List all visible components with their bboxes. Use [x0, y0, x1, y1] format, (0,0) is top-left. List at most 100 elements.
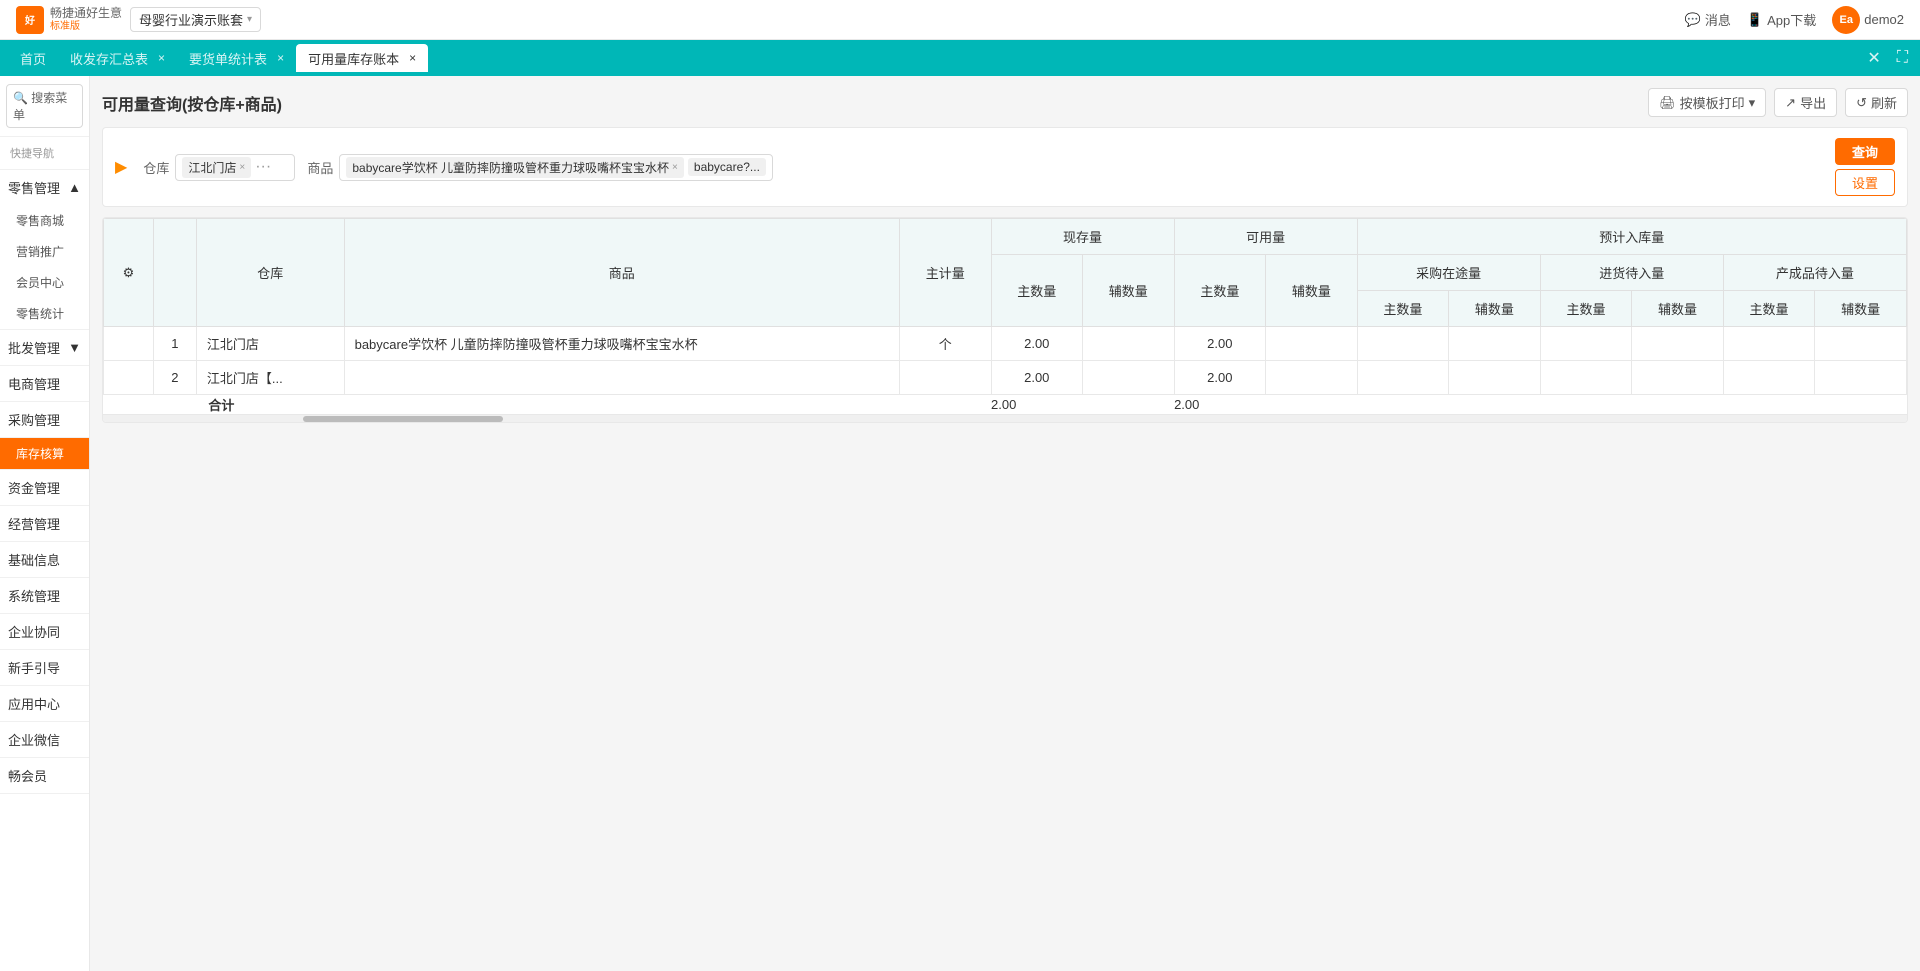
- sidebar-section-header-retail[interactable]: 零售管理 ▲: [0, 170, 89, 205]
- warehouse-label: 仓库: [143, 158, 169, 177]
- cell-product-0: babycare学饮杯 儿童防摔防撞吸管杯重力球吸嘴杯宝宝水杯: [344, 327, 899, 361]
- cell-purchase-main-0: [1357, 327, 1449, 361]
- sidebar-section-header-finance[interactable]: 资金管理: [0, 470, 89, 505]
- th-available-sub: 辅数量: [1266, 255, 1358, 327]
- th-available-stock: 可用量: [1174, 219, 1357, 255]
- sidebar-search-btn[interactable]: 🔍 搜索菜单: [6, 84, 83, 128]
- tab-close-receive-summary[interactable]: ×: [158, 51, 165, 65]
- page-actions: 🖨 按模板打印 ▾ ↗ 导出 ↺ 刷新: [1648, 88, 1908, 117]
- cell-available-sub-0: [1266, 327, 1358, 361]
- warehouse-tag-close-icon[interactable]: ×: [239, 162, 245, 173]
- sidebar-item-marketing[interactable]: 营销推广: [0, 236, 89, 267]
- product-tag-close-icon[interactable]: ×: [672, 162, 678, 173]
- cell-product-1: [344, 361, 899, 395]
- table-container: ⚙ 仓库 商品 主计量 现存量 可用量 预计入库量 主数量 辅数量 主数量: [102, 217, 1908, 423]
- warehouse-tag-jiangbei: 江北门店 ×: [182, 157, 251, 178]
- message-btn[interactable]: 💬 消息: [1685, 10, 1731, 29]
- print-template-btn[interactable]: 🖨 按模板打印 ▾: [1648, 88, 1766, 117]
- th-existing-main: 主数量: [991, 255, 1083, 327]
- tab-available-stock[interactable]: 可用量库存账本 ×: [296, 44, 428, 72]
- filter-toggle-btn[interactable]: ▶: [115, 157, 127, 177]
- refresh-btn[interactable]: ↺ 刷新: [1845, 88, 1908, 117]
- sidebar-section-header-basic[interactable]: 基础信息: [0, 542, 89, 577]
- th-purchase-main: 主数量: [1357, 291, 1449, 327]
- product-label: 商品: [307, 158, 333, 177]
- th-purchase-sub: 辅数量: [1449, 291, 1541, 327]
- summary-incoming-sub: [1632, 395, 1724, 415]
- th-available-main: 主数量: [1174, 255, 1266, 327]
- sidebar-section-finance: 资金管理: [0, 470, 89, 506]
- cell-unit-0: 个: [899, 327, 991, 361]
- summary-purchase-main: [1357, 395, 1449, 415]
- cell-settings-1[interactable]: [104, 361, 154, 395]
- app-download-btn[interactable]: 📱 App下载: [1747, 10, 1816, 29]
- scroll-hint: [103, 414, 1907, 422]
- tab-order-stats[interactable]: 要货单统计表 ×: [177, 44, 296, 72]
- sidebar-section-ecommerce: 电商管理: [0, 366, 89, 402]
- nav-right-btns: ✕ ⛶: [1863, 46, 1912, 70]
- setting-btn[interactable]: 设置: [1835, 169, 1895, 196]
- sidebar-item-inventory[interactable]: 库存核算: [0, 438, 89, 469]
- sidebar-section-header-operations[interactable]: 经营管理: [0, 506, 89, 541]
- sidebar-item-retail-stats[interactable]: 零售统计: [0, 298, 89, 329]
- sidebar-section-header-enterprise[interactable]: 企业协同: [0, 614, 89, 649]
- product-filter-input[interactable]: babycare学饮杯 儿童防摔防撞吸管杯重力球吸嘴杯宝宝水杯 × babyca…: [339, 154, 773, 181]
- cell-available-main-1: 2.00: [1174, 361, 1266, 395]
- sidebar-section-wechat: 企业微信: [0, 722, 89, 758]
- th-production-sub: 辅数量: [1815, 291, 1907, 327]
- filter-action-btns: 查询 设置: [1835, 138, 1895, 196]
- sidebar-section-system: 系统管理: [0, 578, 89, 614]
- sidebar-section-header-appcenter[interactable]: 应用中心: [0, 686, 89, 721]
- cell-incoming-main-1: [1540, 361, 1632, 395]
- th-unit: 主计量: [899, 219, 991, 327]
- nav-expand-btn[interactable]: ⛶: [1893, 47, 1912, 69]
- summary-purchase-sub: [1449, 395, 1541, 415]
- sidebar-section-retail: 零售管理 ▲ 零售商城 营销推广 会员中心 零售统计: [0, 170, 89, 330]
- sidebar-quick-nav: 快捷导航: [0, 137, 89, 170]
- sidebar-section-header-member[interactable]: 畅会员: [0, 758, 89, 793]
- warehouse-filter-input[interactable]: 江北门店 × ···: [175, 154, 295, 181]
- th-existing-sub: 辅数量: [1083, 255, 1175, 327]
- summary-production-sub: [1815, 395, 1907, 415]
- warehouse-filter-more-icon[interactable]: ···: [255, 158, 271, 176]
- product-tag-babycare: babycare学饮杯 儿童防摔防撞吸管杯重力球吸嘴杯宝宝水杯 ×: [346, 157, 684, 178]
- cell-existing-main-1: 2.00: [991, 361, 1083, 395]
- user-profile[interactable]: Ea demo2: [1832, 6, 1904, 34]
- app-icon: 📱: [1747, 12, 1763, 28]
- column-settings-icon[interactable]: ⚙: [123, 265, 135, 280]
- cell-index-1: 2: [153, 361, 196, 395]
- summary-available-sub: [1266, 395, 1358, 415]
- store-selector[interactable]: 母婴行业演示账套 ▾: [130, 7, 261, 32]
- summary-existing-main: 2.00: [991, 395, 1083, 415]
- th-existing-stock: 现存量: [991, 219, 1174, 255]
- th-settings[interactable]: ⚙: [104, 219, 154, 327]
- sidebar-section-header-purchase[interactable]: 采购管理: [0, 402, 89, 437]
- sidebar-section-header-wholesale[interactable]: 批发管理 ▼: [0, 330, 89, 365]
- nav-tabs: 首页 收发存汇总表 × 要货单统计表 × 可用量库存账本 × ✕ ⛶: [0, 40, 1920, 76]
- content-area: 可用量查询(按仓库+商品) 🖨 按模板打印 ▾ ↗ 导出 ↺ 刷新 ▶: [90, 76, 1920, 971]
- tab-close-order-stats[interactable]: ×: [277, 51, 284, 65]
- query-btn[interactable]: 查询: [1835, 138, 1895, 165]
- scroll-bar[interactable]: [303, 416, 503, 422]
- sidebar-section-header-newbie[interactable]: 新手引导: [0, 650, 89, 685]
- summary-incoming-main: [1540, 395, 1632, 415]
- filter-warehouse-group: 仓库 江北门店 × ···: [143, 154, 295, 181]
- nav-close-all-btn[interactable]: ✕: [1863, 46, 1884, 70]
- sidebar-item-members[interactable]: 会员中心: [0, 267, 89, 298]
- export-btn[interactable]: ↗ 导出: [1774, 88, 1837, 117]
- sidebar-section-header-ecommerce[interactable]: 电商管理: [0, 366, 89, 401]
- table-footer: 合计 2.00 2.00: [104, 395, 1907, 415]
- th-estimated-inbound: 预计入库量: [1357, 219, 1906, 255]
- cell-production-main-0: [1723, 327, 1815, 361]
- tab-close-available-stock[interactable]: ×: [409, 51, 416, 65]
- sidebar-section-header-system[interactable]: 系统管理: [0, 578, 89, 613]
- cell-warehouse-1: 江北门店【...: [196, 361, 344, 395]
- cell-existing-sub-0: [1083, 327, 1175, 361]
- tab-home[interactable]: 首页: [8, 44, 58, 72]
- th-incoming-sub: 辅数量: [1632, 291, 1724, 327]
- sidebar-item-retail-mall[interactable]: 零售商城: [0, 205, 89, 236]
- sidebar-section-header-wechat[interactable]: 企业微信: [0, 722, 89, 757]
- tab-receive-summary[interactable]: 收发存汇总表 ×: [58, 44, 177, 72]
- cell-settings-0[interactable]: [104, 327, 154, 361]
- cell-unit-1: [899, 361, 991, 395]
